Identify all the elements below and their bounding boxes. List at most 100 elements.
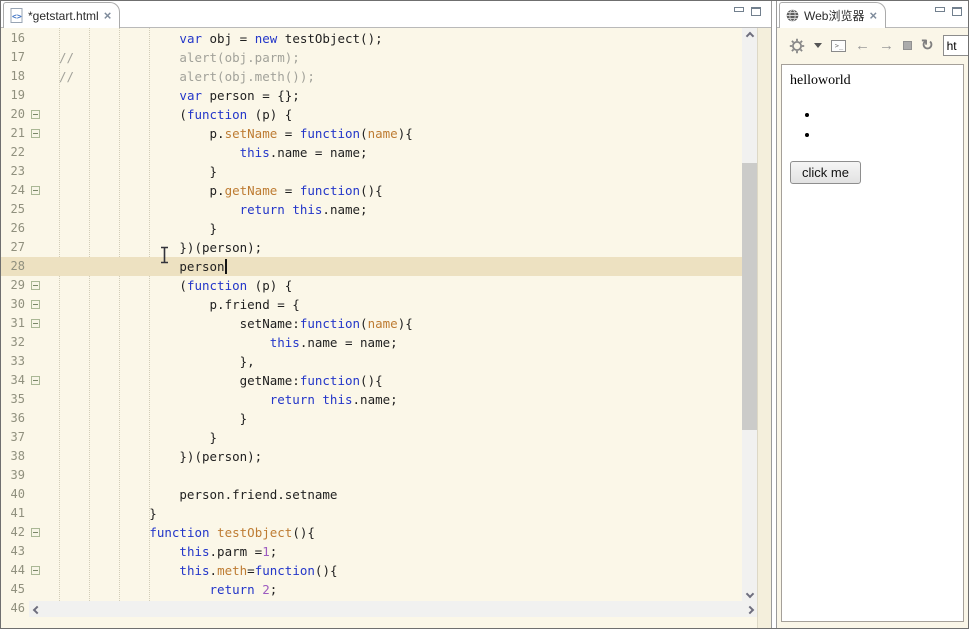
line-number: 34: [1, 371, 29, 390]
line-number: 31: [1, 314, 29, 333]
code-line-41[interactable]: 41 }: [1, 504, 742, 523]
code-line-31[interactable]: 31 setName:function(name){: [1, 314, 742, 333]
fold-marker-icon[interactable]: [31, 528, 40, 537]
app-window: <> *getstart.html × 16 var obj = new tes…: [0, 0, 969, 629]
line-number: 18: [1, 67, 29, 86]
stop-icon[interactable]: [903, 41, 912, 50]
code-line-32[interactable]: 32 this.name = name;: [1, 333, 742, 352]
code-line-25[interactable]: 25 return this.name;: [1, 200, 742, 219]
dropdown-arrow-icon[interactable]: [814, 43, 822, 48]
tab-close-icon[interactable]: ×: [869, 9, 877, 22]
code-line-27[interactable]: 27 })(person);: [1, 238, 742, 257]
click-me-button[interactable]: click me: [790, 161, 861, 184]
text-caret: [225, 259, 227, 274]
code-line-33[interactable]: 33 },: [1, 352, 742, 371]
back-arrow-icon[interactable]: ←: [855, 38, 870, 53]
scroll-right-icon[interactable]: [742, 602, 757, 617]
code-editor[interactable]: 16 var obj = new testObject();17// alert…: [1, 28, 771, 628]
overview-ruler: [757, 28, 771, 628]
code-line-16[interactable]: 16 var obj = new testObject();: [1, 29, 742, 48]
svg-text:<>: <>: [12, 12, 22, 21]
vertical-scrollbar-thumb[interactable]: [742, 163, 757, 430]
forward-arrow-icon[interactable]: →: [879, 38, 894, 53]
line-number: 23: [1, 162, 29, 181]
editor-panel: <> *getstart.html × 16 var obj = new tes…: [1, 1, 772, 628]
code-line-18[interactable]: 18// alert(obj.meth());: [1, 67, 742, 86]
fold-marker-icon[interactable]: [31, 376, 40, 385]
code-line-23[interactable]: 23 }: [1, 162, 742, 181]
code-line-45[interactable]: 45 return 2;: [1, 580, 742, 599]
scroll-left-icon[interactable]: [29, 602, 44, 617]
code-line-39[interactable]: 39: [1, 466, 742, 485]
code-line-21[interactable]: 21 p.setName = function(name){: [1, 124, 742, 143]
code-line-24[interactable]: 24 p.getName = function(){: [1, 181, 742, 200]
bullet-list: [790, 105, 955, 145]
fold-marker-icon[interactable]: [31, 566, 40, 575]
line-number: 44: [1, 561, 29, 580]
gear-icon[interactable]: [789, 38, 805, 54]
refresh-icon[interactable]: ↻: [921, 38, 934, 53]
code-line-37[interactable]: 37 }: [1, 428, 742, 447]
page-heading: helloworld: [790, 73, 955, 89]
scroll-up-icon[interactable]: [742, 28, 757, 43]
code-line-28[interactable]: 28 person: [1, 257, 742, 276]
line-number: 38: [1, 447, 29, 466]
code-line-19[interactable]: 19 var person = {};: [1, 86, 742, 105]
code-line-20[interactable]: 20 (function (p) {: [1, 105, 742, 124]
code-line-35[interactable]: 35 return this.name;: [1, 390, 742, 409]
line-number: 16: [1, 29, 29, 48]
list-item: [820, 125, 955, 145]
tab-title: *getstart.html: [28, 9, 99, 23]
vertical-scrollbar[interactable]: [742, 28, 757, 601]
code-line-38[interactable]: 38 })(person);: [1, 447, 742, 466]
code-line-26[interactable]: 26 }: [1, 219, 742, 238]
line-number: 41: [1, 504, 29, 523]
line-number: 35: [1, 390, 29, 409]
line-number: 37: [1, 428, 29, 447]
maximize-icon[interactable]: [952, 7, 962, 16]
code-line-34[interactable]: 34 getName:function(){: [1, 371, 742, 390]
browser-tabbar: Web浏览器 ×: [777, 1, 968, 28]
terminal-icon[interactable]: >_: [831, 40, 846, 52]
browser-content: helloworld click me: [781, 64, 964, 622]
line-number: 17: [1, 48, 29, 67]
code-line-43[interactable]: 43 this.parm =1;: [1, 542, 742, 561]
code-line-29[interactable]: 29 (function (p) {: [1, 276, 742, 295]
line-number: 40: [1, 485, 29, 504]
tab-getstart-html[interactable]: <> *getstart.html ×: [3, 2, 120, 28]
line-number: 25: [1, 200, 29, 219]
code-line-17[interactable]: 17// alert(obj.parm);: [1, 48, 742, 67]
line-number: 45: [1, 580, 29, 599]
code-line-42[interactable]: 42 function testObject(){: [1, 523, 742, 542]
fold-marker-icon[interactable]: [31, 300, 40, 309]
code-line-40[interactable]: 40 person.friend.setname: [1, 485, 742, 504]
line-number: 22: [1, 143, 29, 162]
line-number: 32: [1, 333, 29, 352]
fold-marker-icon[interactable]: [31, 281, 40, 290]
minimize-icon[interactable]: [734, 7, 744, 16]
url-input[interactable]: [943, 35, 968, 56]
scroll-down-icon[interactable]: [742, 586, 757, 601]
tab-web-browser[interactable]: Web浏览器 ×: [779, 2, 886, 28]
line-number: 46: [1, 599, 29, 618]
line-number: 26: [1, 219, 29, 238]
maximize-icon[interactable]: [751, 7, 761, 16]
code-line-22[interactable]: 22 this.name = name;: [1, 143, 742, 162]
line-number: 24: [1, 181, 29, 200]
line-number: 36: [1, 409, 29, 428]
line-number: 28: [1, 257, 29, 276]
editor-tabbar: <> *getstart.html ×: [1, 1, 771, 28]
fold-marker-icon[interactable]: [31, 186, 40, 195]
line-number: 21: [1, 124, 29, 143]
tab-close-icon[interactable]: ×: [104, 9, 112, 22]
line-number: 20: [1, 105, 29, 124]
code-line-36[interactable]: 36 }: [1, 409, 742, 428]
horizontal-scrollbar[interactable]: [29, 601, 757, 617]
code-line-44[interactable]: 44 this.meth=function(){: [1, 561, 742, 580]
code-line-30[interactable]: 30 p.friend = {: [1, 295, 742, 314]
fold-marker-icon[interactable]: [31, 319, 40, 328]
fold-marker-icon[interactable]: [31, 110, 40, 119]
minimize-icon[interactable]: [935, 7, 945, 16]
list-item: [820, 105, 955, 125]
fold-marker-icon[interactable]: [31, 129, 40, 138]
